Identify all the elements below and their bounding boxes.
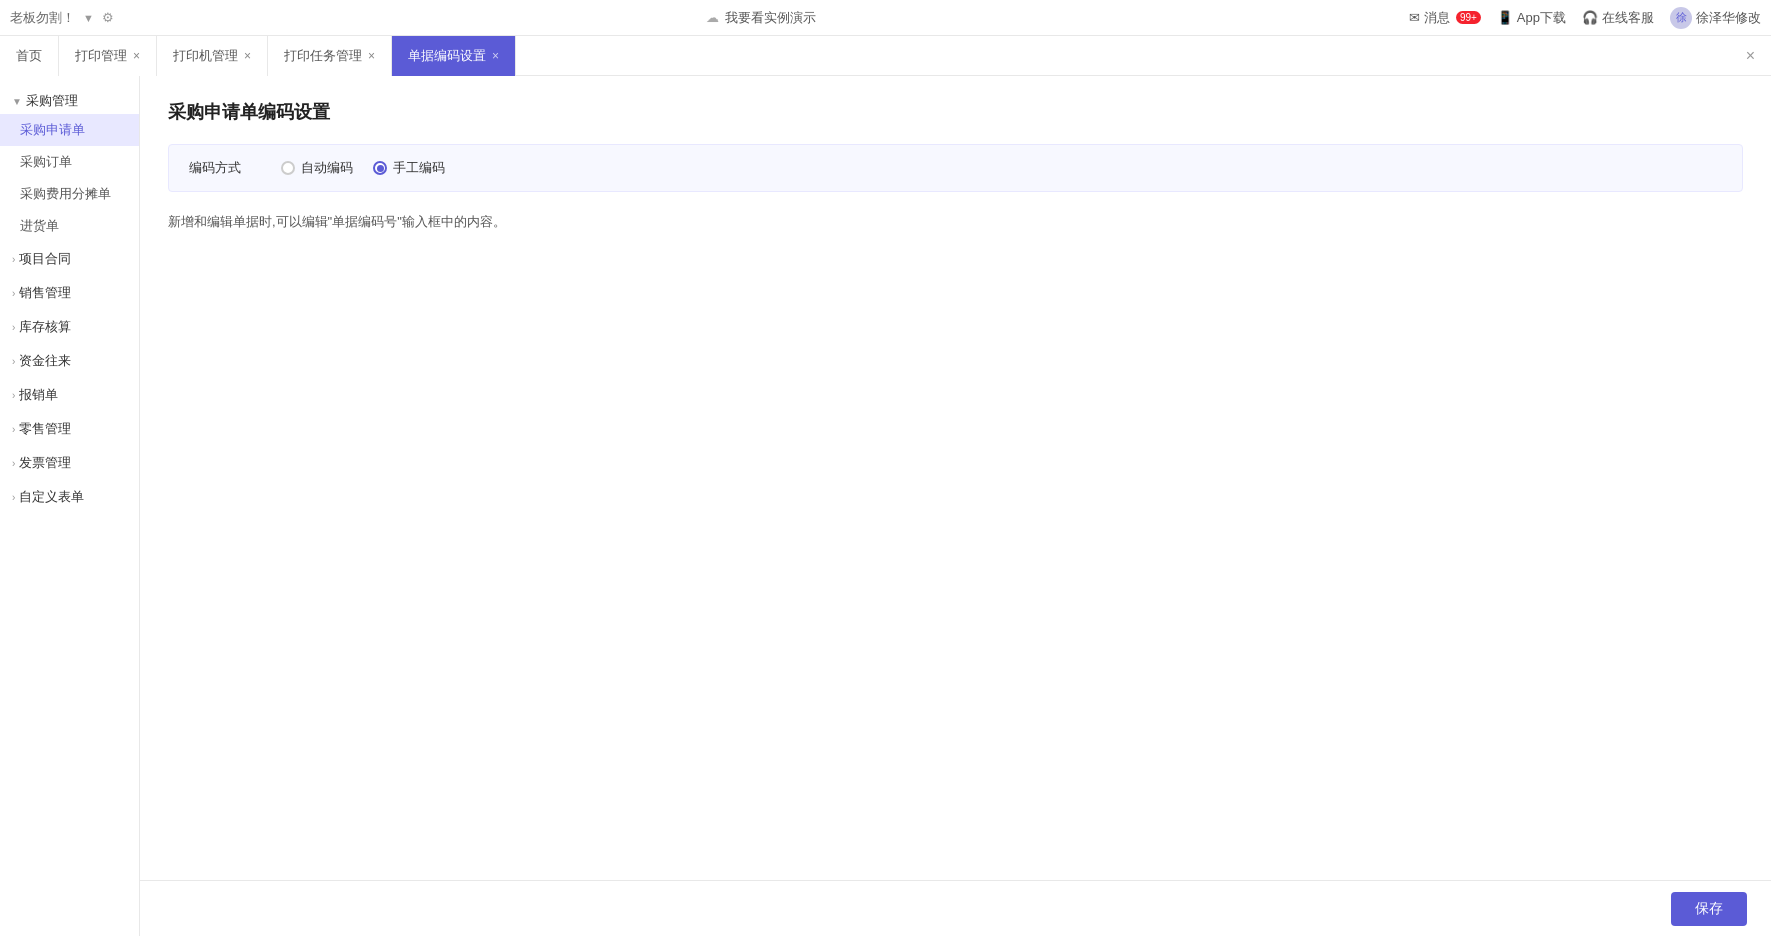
sidebar-group-inventory-arrow: › [12,322,15,333]
content-footer: 保存 [140,880,1771,936]
tab-single-code-label: 单据编码设置 [408,47,486,65]
sidebar-group-purchase-arrow: ▼ [12,96,22,107]
sidebar-group-custom-form[interactable]: › 自定义表单 [0,480,139,514]
tab-print-task-label: 打印任务管理 [284,47,362,65]
save-button[interactable]: 保存 [1671,892,1747,926]
tab-print-task-close[interactable]: × [368,49,375,63]
tab-home-label: 首页 [16,47,42,65]
radio-auto-code-circle [281,161,295,175]
sidebar-group-retail-mgmt[interactable]: › 零售管理 [0,412,139,446]
tab-print-mgmt-label: 打印管理 [75,47,127,65]
radio-manual-code-circle [373,161,387,175]
message-button[interactable]: ✉ 消息 99+ [1409,9,1481,27]
tab-single-code-close[interactable]: × [492,49,499,63]
headset-icon: 🎧 [1582,10,1598,25]
sidebar-group-retail-mgmt-label: 零售管理 [19,420,71,438]
sidebar-group-invoice-mgmt-arrow: › [12,458,15,469]
user-name: 徐泽华修改 [1696,9,1761,27]
tab-home[interactable]: 首页 [0,36,59,76]
sidebar-group-capital[interactable]: › 资金往来 [0,344,139,378]
sidebar-item-purchase-order-label: 采购订单 [20,154,72,169]
sidebar-group-retail-mgmt-arrow: › [12,424,15,435]
avatar-icon: 徐 [1670,7,1692,29]
radio-auto-code[interactable]: 自动编码 [281,159,353,177]
sidebar-group-inventory[interactable]: › 库存核算 [0,310,139,344]
top-bar: 老板勿割！ ▼ ⚙ ☁ 我要看实例演示 ✉ 消息 99+ 📱 App下载 🎧 在… [0,0,1771,36]
content-area: 采购申请单编码设置 编码方式 自动编码 手工编码 新增和编辑单据时,可以编辑"单… [140,76,1771,936]
sidebar-item-purchase-expense-label: 采购费用分摊单 [20,186,111,201]
top-bar-left: 老板勿割！ ▼ ⚙ [10,9,114,27]
tab-single-code[interactable]: 单据编码设置 × [392,36,516,76]
sidebar-group-purchase[interactable]: ▼ 采购管理 [0,84,139,114]
sidebar-group-sales-mgmt-arrow: › [12,288,15,299]
sidebar-group-returns-arrow: › [12,390,15,401]
sidebar-item-purchase-request-label: 采购申请单 [20,122,85,137]
dropdown-icon[interactable]: ▼ [83,12,94,24]
sidebar-group-custom-form-arrow: › [12,492,15,503]
sidebar-item-purchase-order[interactable]: 采购订单 [0,146,139,178]
logo-text: 老板勿割！ [10,9,75,27]
tab-bar: 首页 打印管理 × 打印机管理 × 打印任务管理 × 单据编码设置 × × [0,36,1771,76]
user-menu[interactable]: 徐 徐泽华修改 [1670,7,1761,29]
online-service-button[interactable]: 🎧 在线客服 [1582,9,1654,27]
encoding-label: 编码方式 [189,159,241,177]
sidebar-group-capital-arrow: › [12,356,15,367]
sidebar-group-invoice-mgmt[interactable]: › 发票管理 [0,446,139,480]
sidebar-item-purchase-request[interactable]: 采购申请单 [0,114,139,146]
radio-auto-code-label: 自动编码 [301,159,353,177]
sidebar-group-project-contract-label: 项目合同 [19,250,71,268]
phone-icon: 📱 [1497,10,1513,25]
sidebar-group-inventory-label: 库存核算 [19,318,71,336]
sidebar-group-project-contract[interactable]: › 项目合同 [0,242,139,276]
encoding-section: 编码方式 自动编码 手工编码 [168,144,1743,192]
sidebar-item-purchase-expense[interactable]: 采购费用分摊单 [0,178,139,210]
description-text: 新增和编辑单据时,可以编辑"单据编码号"输入框中的内容。 [168,212,1743,233]
tab-printer-mgmt-label: 打印机管理 [173,47,238,65]
main-layout: ▼ 采购管理 采购申请单 采购订单 采购费用分摊单 进货单 › 项目合同 › 销… [0,76,1771,936]
top-bar-center: ☁ 我要看实例演示 [706,9,816,27]
message-icon: ✉ [1409,10,1420,25]
sidebar-group-sales-mgmt-label: 销售管理 [19,284,71,302]
sidebar: ▼ 采购管理 采购申请单 采购订单 采购费用分摊单 进货单 › 项目合同 › 销… [0,76,140,936]
tab-print-mgmt[interactable]: 打印管理 × [59,36,157,76]
tab-print-task[interactable]: 打印任务管理 × [268,36,392,76]
tab-printer-mgmt[interactable]: 打印机管理 × [157,36,268,76]
sidebar-group-returns-label: 报销单 [19,386,58,404]
sidebar-item-stock-in-label: 进货单 [20,218,59,233]
close-all-tabs-button[interactable]: × [1730,47,1771,65]
sidebar-item-stock-in[interactable]: 进货单 [0,210,139,242]
settings-icon[interactable]: ⚙ [102,10,114,25]
sidebar-group-project-contract-arrow: › [12,254,15,265]
tab-print-mgmt-close[interactable]: × [133,49,140,63]
sidebar-group-capital-label: 资金往来 [19,352,71,370]
sidebar-group-custom-form-label: 自定义表单 [19,488,84,506]
sidebar-group-purchase-label: 采购管理 [26,92,78,110]
content-inner: 采购申请单编码设置 编码方式 自动编码 手工编码 新增和编辑单据时,可以编辑"单… [140,76,1771,880]
sidebar-group-invoice-mgmt-label: 发票管理 [19,454,71,472]
sidebar-group-sales-mgmt[interactable]: › 销售管理 [0,276,139,310]
tab-printer-mgmt-close[interactable]: × [244,49,251,63]
message-label: 消息 [1424,9,1450,27]
online-service-label: 在线客服 [1602,9,1654,27]
message-badge: 99+ [1456,11,1481,24]
app-download-label: App下载 [1517,9,1566,27]
radio-manual-code-label: 手工编码 [393,159,445,177]
top-bar-right: ✉ 消息 99+ 📱 App下载 🎧 在线客服 徐 徐泽华修改 [1409,7,1761,29]
radio-manual-code[interactable]: 手工编码 [373,159,445,177]
sidebar-group-returns[interactable]: › 报销单 [0,378,139,412]
announcement-text[interactable]: 我要看实例演示 [725,9,816,27]
cloud-icon: ☁ [706,10,719,25]
page-title: 采购申请单编码设置 [168,100,1743,124]
radio-group-encoding: 自动编码 手工编码 [281,159,445,177]
app-download-button[interactable]: 📱 App下载 [1497,9,1566,27]
